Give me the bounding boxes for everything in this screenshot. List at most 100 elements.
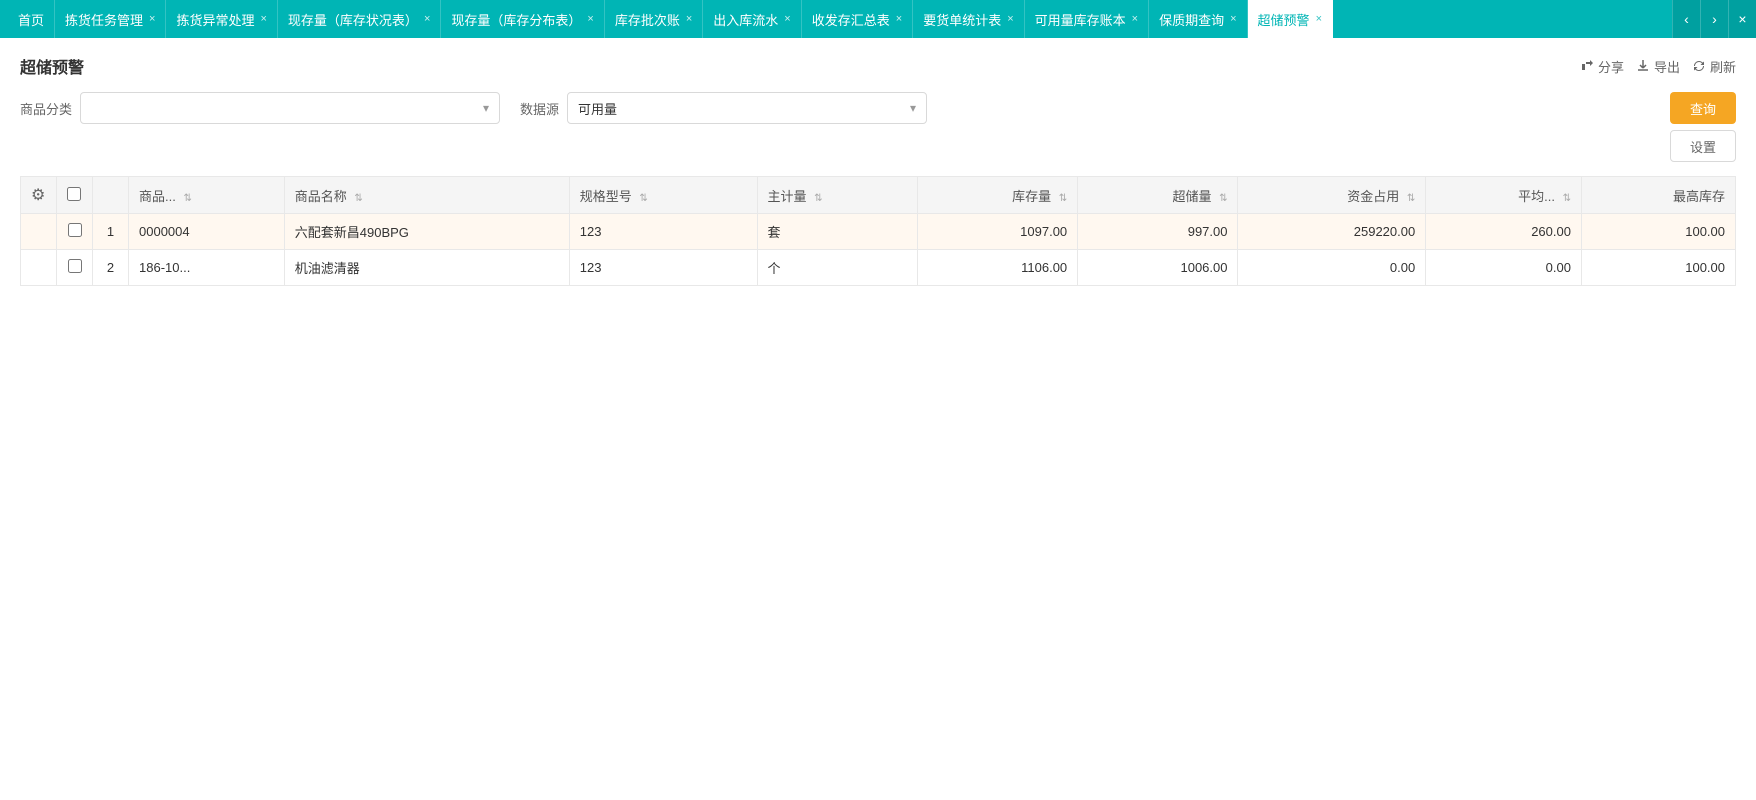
settings-button[interactable]: 设置 (1670, 130, 1736, 162)
share-button[interactable]: 分享 (1580, 57, 1624, 76)
td-unit-0: 套 (757, 214, 917, 250)
th-stock[interactable]: 库存量 ⇅ (917, 177, 1077, 214)
nav-tab-task-mgmt[interactable]: 拣货任务管理 × (55, 0, 166, 38)
filter-group-category: 商品分类 ▾ (20, 92, 500, 124)
th-overstock[interactable]: 超储量 ⇅ (1078, 177, 1238, 214)
th-settings[interactable]: ⚙ (21, 177, 57, 214)
td-checkbox-0[interactable] (57, 214, 93, 250)
sort-product-name-icon[interactable]: ⇅ (354, 193, 362, 204)
td-spec-0: 123 (569, 214, 757, 250)
page-header: 超储预警 分享 导出 刷新 (20, 54, 1736, 78)
nav-tab-available-close[interactable]: × (1132, 13, 1138, 25)
nav-tab-inv-status-close[interactable]: × (424, 13, 430, 25)
nav-tab-flow[interactable]: 出入库流水 × (703, 0, 801, 38)
select-all-checkbox[interactable] (67, 187, 81, 201)
th-spec-label: 规格型号 (580, 189, 632, 204)
td-capital-0: 259220.00 (1238, 214, 1426, 250)
refresh-icon (1692, 59, 1706, 73)
nav-tab-overstock[interactable]: 超储预警 × (1248, 0, 1333, 38)
th-spec[interactable]: 规格型号 ⇅ (569, 177, 757, 214)
nav-tab-home-label: 首页 (18, 10, 44, 29)
nav-tab-home[interactable]: 首页 (8, 0, 55, 38)
sort-overstock-icon[interactable]: ⇅ (1219, 193, 1227, 204)
nav-tab-flow-close[interactable]: × (784, 13, 790, 25)
th-checkbox[interactable] (57, 177, 93, 214)
nav-tab-receipt[interactable]: 收发存汇总表 × (802, 0, 913, 38)
row-checkbox-1[interactable] (68, 259, 82, 273)
export-icon (1636, 59, 1650, 73)
nav-tab-batch-close[interactable]: × (686, 13, 692, 25)
td-spec-1: 123 (569, 250, 757, 286)
nav-arrow-left[interactable]: ‹ (1672, 0, 1700, 38)
td-checkbox-1[interactable] (57, 250, 93, 286)
nav-tab-task-mgmt-label: 拣货任务管理 (65, 10, 143, 29)
category-chevron-icon: ▾ (483, 101, 489, 115)
query-button[interactable]: 查询 (1670, 92, 1736, 124)
row-checkbox-0[interactable] (68, 223, 82, 237)
td-overstock-0: 997.00 (1078, 214, 1238, 250)
td-stock-1: 1106.00 (917, 250, 1077, 286)
nav-tab-abnormal-close[interactable]: × (260, 13, 266, 25)
filter-row: 商品分类 ▾ 数据源 可用量 ▾ (20, 92, 1654, 124)
nav-tab-order-stat-close[interactable]: × (1007, 13, 1013, 25)
nav-tab-receipt-close[interactable]: × (896, 13, 902, 25)
nav-tab-inv-dist-close[interactable]: × (587, 13, 593, 25)
nav-tab-available-label: 可用量库存账本 (1035, 10, 1126, 29)
nav-tab-overstock-close[interactable]: × (1316, 13, 1322, 25)
nav-tab-overstock-label: 超储预警 (1258, 10, 1310, 29)
refresh-button[interactable]: 刷新 (1692, 57, 1736, 76)
td-avg-1: 0.00 (1426, 250, 1582, 286)
nav-tab-batch[interactable]: 库存批次账 × (605, 0, 703, 38)
nav-tab-quality-close[interactable]: × (1230, 13, 1236, 25)
sort-capital-icon[interactable]: ⇅ (1407, 193, 1415, 204)
th-max-stock[interactable]: 最高库存 (1581, 177, 1735, 214)
sort-spec-icon[interactable]: ⇅ (639, 193, 647, 204)
nav-tab-quality[interactable]: 保质期查询 × (1149, 0, 1247, 38)
nav-tab-abnormal[interactable]: 拣货异常处理 × (166, 0, 277, 38)
nav-arrow-right[interactable]: › (1700, 0, 1728, 38)
nav-tab-available[interactable]: 可用量库存账本 × (1025, 0, 1149, 38)
nav-tab-order-stat[interactable]: 要货单统计表 × (913, 0, 1024, 38)
share-icon (1580, 59, 1594, 73)
td-product-name-0: 六配套新昌490BPG (284, 214, 569, 250)
nav-tab-abnormal-label: 拣货异常处理 (176, 10, 254, 29)
th-capital[interactable]: 资金占用 ⇅ (1238, 177, 1426, 214)
sort-product-code-icon[interactable]: ⇅ (183, 193, 191, 204)
td-row-num-0: 1 (93, 214, 129, 250)
sort-avg-icon[interactable]: ⇅ (1563, 193, 1571, 204)
td-max-stock-1: 100.00 (1581, 250, 1735, 286)
th-unit[interactable]: 主计量 ⇅ (757, 177, 917, 214)
td-row-num-1: 2 (93, 250, 129, 286)
sort-unit-icon[interactable]: ⇅ (814, 193, 822, 204)
sort-stock-icon[interactable]: ⇅ (1059, 193, 1067, 204)
th-overstock-label: 超储量 (1172, 189, 1211, 204)
export-button[interactable]: 导出 (1636, 57, 1680, 76)
datasource-select-value: 可用量 (578, 99, 617, 118)
datasource-chevron-icon: ▾ (910, 101, 916, 115)
nav-arrow-close[interactable]: × (1728, 0, 1756, 38)
th-row-num (93, 177, 129, 214)
table-body: 1 0000004 六配套新昌490BPG 123 套 1097.00 997.… (21, 214, 1736, 286)
page-content: 超储预警 分享 导出 刷新 (0, 38, 1756, 302)
nav-tab-order-stat-label: 要货单统计表 (923, 10, 1001, 29)
th-product-name[interactable]: 商品名称 ⇅ (284, 177, 569, 214)
td-unit-1: 个 (757, 250, 917, 286)
nav-tab-inv-status[interactable]: 现存量（库存状况表） × (278, 0, 441, 38)
gear-icon[interactable]: ⚙ (31, 187, 45, 204)
th-avg-label: 平均... (1518, 189, 1555, 204)
datasource-select[interactable]: 可用量 ▾ (567, 92, 927, 124)
category-select[interactable]: ▾ (80, 92, 500, 124)
nav-tab-task-mgmt-close[interactable]: × (149, 13, 155, 25)
th-max-stock-label: 最高库存 (1673, 189, 1725, 204)
td-product-name-1: 机油滤清器 (284, 250, 569, 286)
page-title: 超储预警 (20, 54, 84, 78)
table-row: 1 0000004 六配套新昌490BPG 123 套 1097.00 997.… (21, 214, 1736, 250)
datasource-label: 数据源 (520, 99, 559, 118)
th-product-code[interactable]: 商品... ⇅ (129, 177, 285, 214)
table-header-row: ⚙ 商品... ⇅ 商品名称 ⇅ 规格型号 ⇅ (21, 177, 1736, 214)
nav-tab-inv-dist[interactable]: 现存量（库存分布表） × (441, 0, 604, 38)
th-product-code-label: 商品... (139, 189, 176, 204)
th-avg[interactable]: 平均... ⇅ (1426, 177, 1582, 214)
td-max-stock-0: 100.00 (1581, 214, 1735, 250)
nav-tab-batch-label: 库存批次账 (615, 10, 680, 29)
